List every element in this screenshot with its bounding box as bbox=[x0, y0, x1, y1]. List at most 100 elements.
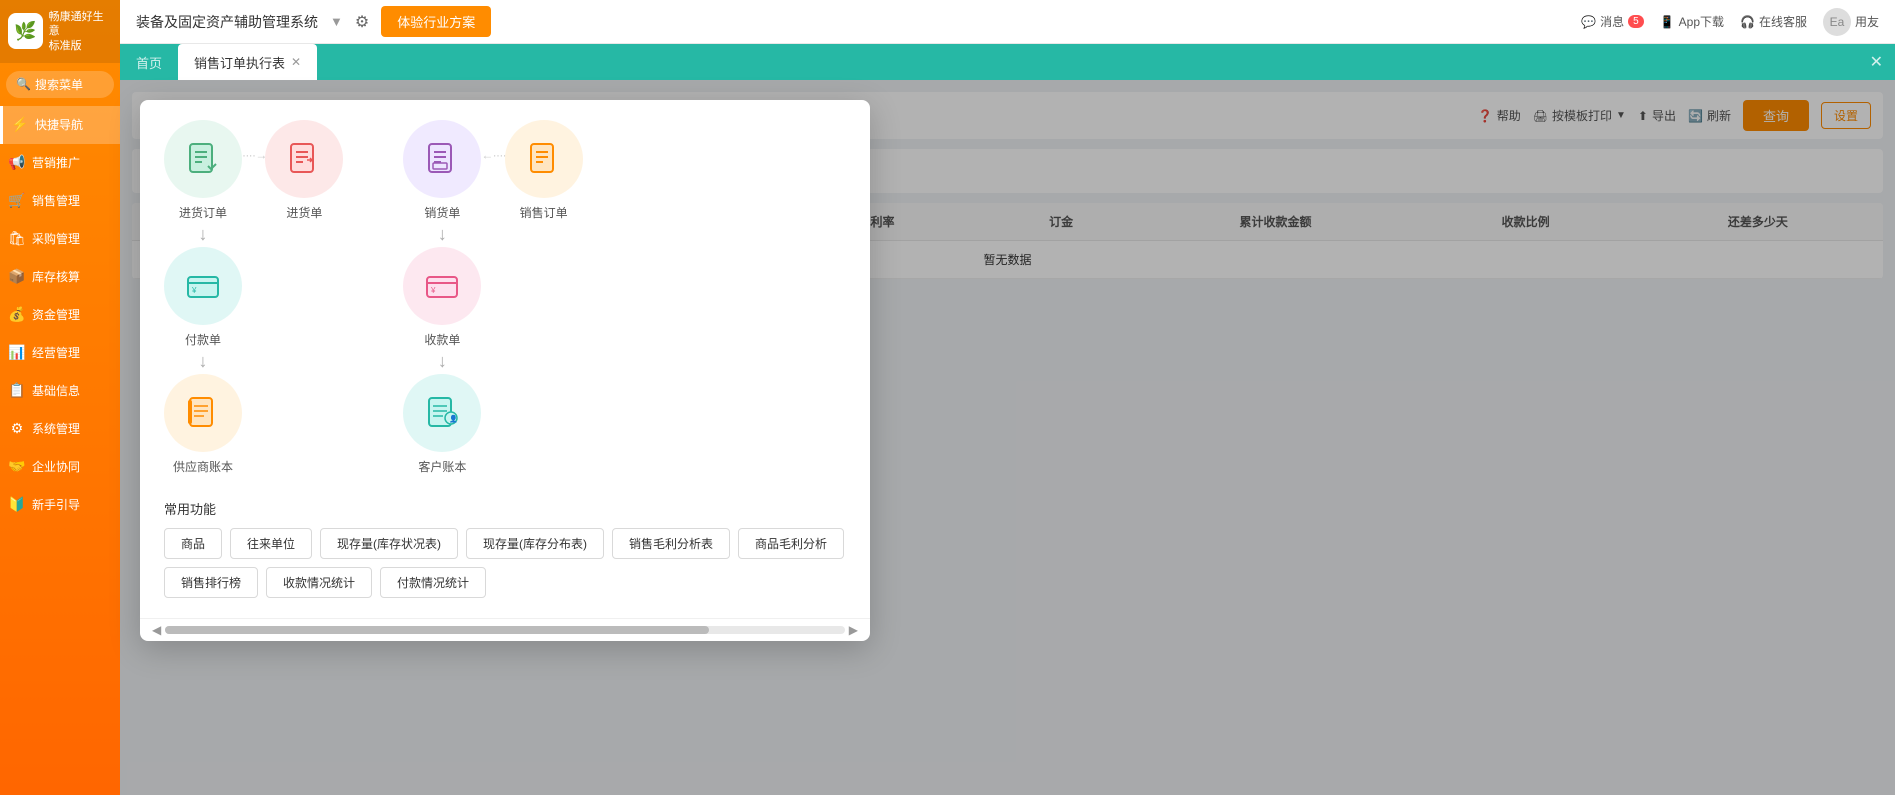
sidebar-item-label: 新手引导 bbox=[32, 496, 80, 513]
sidebar: 🌿 畅康通好生意 标准版 🔍 搜索菜单 ⚡ 快捷导航 📢 营销推广 🛒 销售管理… bbox=[0, 0, 120, 795]
supplier-ledger-node[interactable] bbox=[164, 374, 242, 452]
sidebar-item-purchase[interactable]: 🛍 采购管理 bbox=[0, 220, 120, 258]
user-menu[interactable]: Ea 用友 bbox=[1823, 8, 1879, 36]
sidebar-nav: ⚡ 快捷导航 📢 营销推广 🛒 销售管理 🛍 采购管理 📦 库存核算 💰 资金管… bbox=[0, 106, 120, 795]
sidebar-item-sales[interactable]: 🛒 销售管理 bbox=[0, 182, 120, 220]
modal-overlay[interactable]: 进货订单 ↓ ¥ 付款单 ↓ bbox=[120, 80, 1895, 795]
sidebar-item-marketing[interactable]: 📢 营销推广 bbox=[0, 144, 120, 182]
sidebar-item-label: 系统管理 bbox=[32, 420, 80, 437]
func-btn-receipt-stats[interactable]: 收款情况统计 bbox=[266, 567, 372, 598]
sidebar-item-operations[interactable]: 📊 经营管理 bbox=[0, 334, 120, 372]
sidebar-item-newbie[interactable]: 🔰 新手引导 bbox=[0, 486, 120, 524]
sales-bill-col: 销货单 ↓ ¥ 收款单 ↓ bbox=[403, 120, 481, 475]
newbie-icon: 🔰 bbox=[8, 496, 26, 514]
purchase-bill-node[interactable] bbox=[265, 120, 343, 198]
common-functions: 常用功能 商品 往来单位 现存量(库存状况表) 现存量(库存分布表) 销售毛利分… bbox=[164, 499, 846, 598]
avatar-text: Ea bbox=[1830, 15, 1845, 29]
arrow-v-3: ↓ bbox=[438, 225, 447, 243]
func-btn-stock-dist[interactable]: 现存量(库存分布表) bbox=[466, 528, 604, 559]
message-badge: 5 bbox=[1628, 15, 1644, 28]
operations-icon: 📊 bbox=[8, 344, 26, 362]
marketing-icon: 📢 bbox=[8, 154, 26, 172]
sales-order-node-wrap: 销售订单 bbox=[505, 120, 583, 221]
left-flow-col: 进货订单 ↓ ¥ 付款单 ↓ bbox=[164, 120, 242, 475]
dropdown-icon[interactable]: ▼ bbox=[330, 14, 343, 29]
arrow-h-wrap-1: · · · · → bbox=[242, 120, 265, 162]
purchase-icon: 🛍 bbox=[8, 230, 26, 248]
sidebar-item-label: 库存核算 bbox=[32, 268, 80, 285]
sidebar-item-basic-info[interactable]: 📋 基础信息 bbox=[0, 372, 120, 410]
scrollbar-track[interactable] bbox=[165, 626, 845, 634]
logo-line2: 标准版 bbox=[49, 39, 112, 53]
sidebar-item-label: 营销推广 bbox=[32, 154, 80, 171]
flow-diagram: 进货订单 ↓ ¥ 付款单 ↓ bbox=[164, 120, 846, 475]
func-btn-stock-status[interactable]: 现存量(库存状况表) bbox=[320, 528, 458, 559]
flow-modal: 进货订单 ↓ ¥ 付款单 ↓ bbox=[140, 100, 870, 641]
app-download-btn[interactable]: 📱 App下载 bbox=[1660, 13, 1724, 30]
payment-label: 付款单 bbox=[185, 331, 221, 348]
scroll-right-icon[interactable]: ▶ bbox=[849, 623, 858, 637]
purchase-bill-label: 进货单 bbox=[286, 204, 322, 221]
sidebar-item-label: 经营管理 bbox=[32, 344, 80, 361]
customer-ledger-label: 客户账本 bbox=[418, 458, 466, 475]
header: 装备及固定资产辅助管理系统 ▼ ⚙ 体验行业方案 💬 消息 5 📱 App下载 … bbox=[120, 0, 1895, 44]
function-buttons-row2: 销售排行榜 收款情况统计 付款情况统计 bbox=[164, 567, 846, 598]
avatar: Ea bbox=[1823, 8, 1851, 36]
sidebar-item-enterprise[interactable]: 🤝 企业协同 bbox=[0, 448, 120, 486]
sales-bill-label: 销货单 bbox=[424, 204, 460, 221]
purchase-order-node-wrap: 进货订单 bbox=[164, 120, 242, 221]
receipt-label: 收款单 bbox=[424, 331, 460, 348]
sidebar-item-label: 采购管理 bbox=[32, 230, 80, 247]
sidebar-item-label: 基础信息 bbox=[32, 382, 80, 399]
sidebar-item-system[interactable]: ⚙ 系统管理 bbox=[0, 410, 120, 448]
func-btn-product[interactable]: 商品 bbox=[164, 528, 222, 559]
dashed-arrow-1: · · · · → bbox=[242, 148, 265, 162]
sales-bill-node-wrap: 销货单 bbox=[403, 120, 481, 221]
func-btn-sales-rank[interactable]: 销售排行榜 bbox=[164, 567, 258, 598]
logo-icon: 🌿 bbox=[8, 13, 43, 49]
enterprise-icon: 🤝 bbox=[8, 458, 26, 476]
customer-ledger-node-wrap: 👤 客户账本 bbox=[403, 374, 481, 475]
function-buttons: 商品 往来单位 现存量(库存状况表) 现存量(库存分布表) 销售毛利分析表 商品… bbox=[164, 528, 846, 559]
dashed-arrow-2: ← · · · · bbox=[481, 148, 504, 162]
sales-order-node[interactable] bbox=[505, 120, 583, 198]
tab-close-icon[interactable]: ✕ bbox=[291, 55, 301, 69]
quick-nav-icon: ⚡ bbox=[11, 116, 29, 134]
sidebar-item-inventory[interactable]: 📦 库存核算 bbox=[0, 258, 120, 296]
tab-home[interactable]: 首页 bbox=[120, 44, 178, 80]
tab-bar-close-icon[interactable]: ✕ bbox=[1870, 52, 1883, 72]
svg-text:👤: 👤 bbox=[449, 414, 458, 423]
logo-line1: 畅康通好生意 bbox=[49, 10, 112, 39]
arrow-v-4: ↓ bbox=[438, 352, 447, 370]
purchase-order-node[interactable] bbox=[164, 120, 242, 198]
sidebar-item-label: 快捷导航 bbox=[35, 116, 83, 133]
basic-info-icon: 📋 bbox=[8, 382, 26, 400]
sidebar-item-label: 企业协同 bbox=[32, 458, 80, 475]
receipt-node[interactable]: ¥ bbox=[403, 247, 481, 325]
common-functions-title: 常用功能 bbox=[164, 499, 846, 518]
message-btn[interactable]: 💬 消息 5 bbox=[1581, 13, 1644, 30]
customer-ledger-node[interactable]: 👤 bbox=[403, 374, 481, 452]
payment-node[interactable]: ¥ bbox=[164, 247, 242, 325]
func-btn-partner[interactable]: 往来单位 bbox=[230, 528, 312, 559]
sales-bill-node[interactable] bbox=[403, 120, 481, 198]
tab-sales-order[interactable]: 销售订单执行表 ✕ bbox=[178, 44, 317, 80]
func-btn-sales-profit[interactable]: 销售毛利分析表 bbox=[612, 528, 730, 559]
search-menu[interactable]: 🔍 搜索菜单 bbox=[6, 71, 114, 98]
purchase-bill-node-wrap: 进货单 bbox=[265, 120, 343, 221]
scroll-left-icon[interactable]: ◀ bbox=[152, 623, 161, 637]
sidebar-item-quick-nav[interactable]: ⚡ 快捷导航 bbox=[0, 106, 120, 144]
arrow-v-2: ↓ bbox=[199, 352, 208, 370]
search-icon: 🔍 bbox=[16, 77, 31, 91]
online-service-btn[interactable]: 🎧 在线客服 bbox=[1740, 13, 1807, 30]
sales-icon: 🛒 bbox=[8, 192, 26, 210]
func-btn-product-profit[interactable]: 商品毛利分析 bbox=[738, 528, 844, 559]
settings-gear-icon[interactable]: ⚙ bbox=[355, 12, 369, 32]
func-btn-payment-stats[interactable]: 付款情况统计 bbox=[380, 567, 486, 598]
experience-btn[interactable]: 体验行业方案 bbox=[381, 6, 491, 37]
sidebar-item-label: 销售管理 bbox=[32, 192, 80, 209]
sidebar-item-finance[interactable]: 💰 资金管理 bbox=[0, 296, 120, 334]
scrollbar-thumb[interactable] bbox=[165, 626, 709, 634]
purchase-bill-col: 进货单 bbox=[265, 120, 343, 221]
supplier-ledger-node-wrap: 供应商账本 bbox=[164, 374, 242, 475]
